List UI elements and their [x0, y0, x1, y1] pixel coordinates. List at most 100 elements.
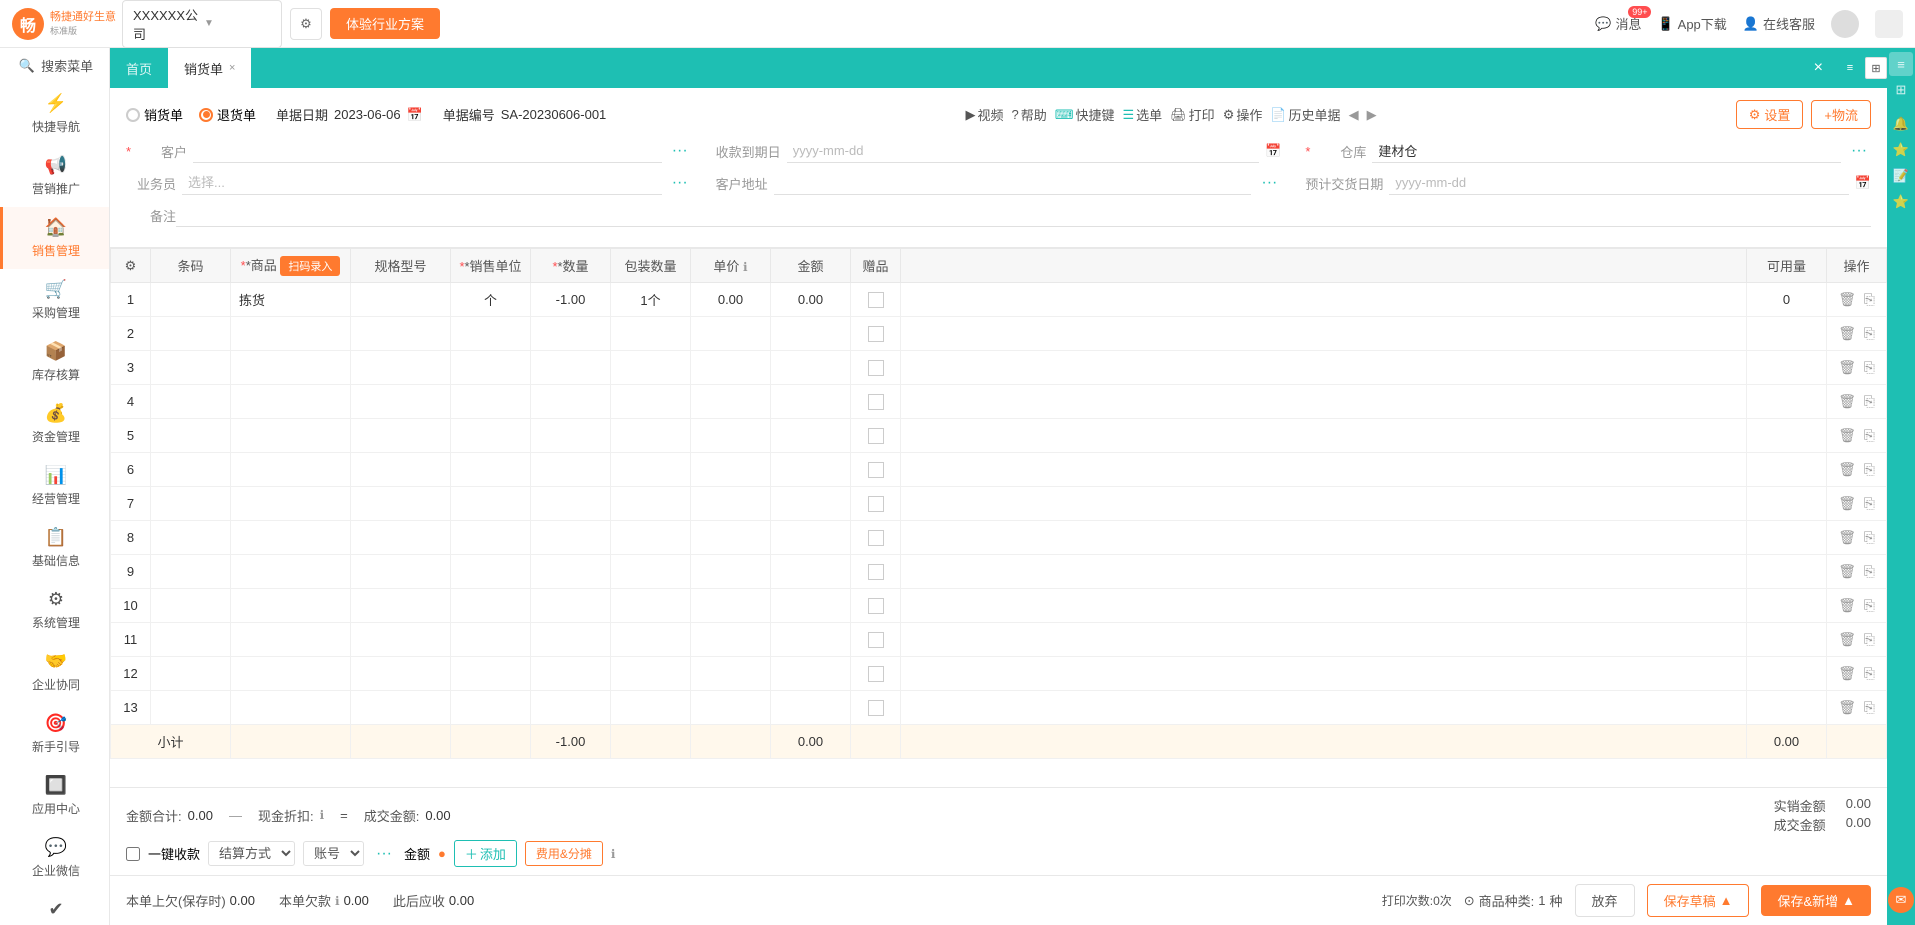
settings-button[interactable]: ⚙ 设置 [1736, 100, 1804, 129]
cell-product[interactable] [231, 521, 351, 555]
cell-qty[interactable] [531, 419, 611, 453]
cell-spec[interactable] [351, 691, 451, 725]
delete-row-icon[interactable]: 🗑 [1838, 563, 1856, 579]
salesperson-dots-btn[interactable]: ··· [668, 174, 692, 192]
one-click-payment-checkbox[interactable] [126, 847, 140, 861]
cell-price[interactable] [691, 555, 771, 589]
cell-product[interactable] [231, 555, 351, 589]
delete-row-icon[interactable]: 🗑 [1838, 529, 1856, 545]
cell-gift[interactable] [851, 691, 901, 725]
gift-checkbox[interactable] [868, 598, 884, 614]
cell-gift[interactable] [851, 419, 901, 453]
copy-row-icon[interactable]: ⎘ [1864, 427, 1875, 443]
history-link[interactable]: 📄 历史单据 [1270, 105, 1340, 124]
cell-gift[interactable] [851, 453, 901, 487]
cell-amount[interactable] [771, 521, 851, 555]
right-panel-btn-1[interactable]: ≡ [1889, 52, 1913, 76]
settings-icon[interactable]: ⚙ [290, 8, 322, 40]
cell-gift[interactable] [851, 657, 901, 691]
notes-input[interactable] [176, 203, 1871, 227]
cell-price[interactable] [691, 317, 771, 351]
cell-price[interactable] [691, 351, 771, 385]
cell-spec[interactable] [351, 317, 451, 351]
cell-barcode[interactable] [151, 589, 231, 623]
customer-addr-input[interactable] [774, 171, 1252, 195]
tab-close-icon[interactable]: × [229, 62, 235, 74]
view-list-icon[interactable]: ≡ [1839, 57, 1861, 79]
cell-qty[interactable] [531, 657, 611, 691]
expected-cal-icon[interactable]: 📅 [1855, 175, 1871, 191]
cell-unit[interactable] [451, 351, 531, 385]
cell-gift[interactable] [851, 487, 901, 521]
gift-checkbox[interactable] [868, 496, 884, 512]
gift-checkbox[interactable] [868, 530, 884, 546]
copy-row-icon[interactable]: ⎘ [1864, 359, 1875, 375]
cell-product[interactable] [231, 589, 351, 623]
cell-pkg-qty[interactable] [611, 317, 691, 351]
gift-checkbox[interactable] [868, 394, 884, 410]
cell-amount[interactable] [771, 317, 851, 351]
cell-unit[interactable] [451, 521, 531, 555]
user-menu-icon[interactable] [1875, 10, 1903, 38]
cell-pkg-qty[interactable] [611, 555, 691, 589]
sidebar-item-basics[interactable]: 📋 基础信息 [0, 517, 109, 579]
cell-qty[interactable] [531, 691, 611, 725]
customer-dots-btn[interactable]: ··· [668, 142, 692, 160]
cell-product[interactable] [231, 453, 351, 487]
copy-row-icon[interactable]: ⎘ [1864, 495, 1875, 511]
prev-record-icon[interactable]: ◀ [1349, 107, 1359, 123]
copy-row-icon[interactable]: ⎘ [1864, 631, 1875, 647]
copy-row-icon[interactable]: ⎘ [1864, 665, 1875, 681]
delete-row-icon[interactable]: 🗑 [1838, 291, 1856, 307]
cell-price[interactable] [691, 385, 771, 419]
cell-qty[interactable] [531, 623, 611, 657]
video-link[interactable]: ▶ 视频 [965, 105, 1003, 124]
cell-barcode[interactable] [151, 657, 231, 691]
delete-row-icon[interactable]: 🗑 [1838, 699, 1856, 715]
cell-pkg-qty[interactable] [611, 521, 691, 555]
delete-row-icon[interactable]: 🗑 [1838, 495, 1856, 511]
app-download-button[interactable]: 📱 App下载 [1657, 14, 1726, 33]
delete-row-icon[interactable]: 🗑 [1838, 665, 1856, 681]
gift-checkbox[interactable] [868, 564, 884, 580]
cell-gift[interactable] [851, 283, 901, 317]
cell-unit[interactable] [451, 317, 531, 351]
cell-price[interactable] [691, 453, 771, 487]
cell-price[interactable] [691, 623, 771, 657]
cell-pkg-qty[interactable] [611, 351, 691, 385]
scan-button[interactable]: 扫码录入 [280, 256, 340, 276]
total-debt-info-icon[interactable]: ℹ [335, 894, 340, 908]
price-info-icon[interactable]: ℹ [743, 260, 748, 274]
cell-unit[interactable] [451, 419, 531, 453]
cell-unit[interactable] [451, 589, 531, 623]
sidebar-item-system[interactable]: ⚙ 系统管理 [0, 579, 109, 641]
cell-spec[interactable] [351, 555, 451, 589]
sidebar-search[interactable]: 🔍 搜索菜单 [0, 48, 109, 83]
right-panel-btn-5[interactable]: 📝 [1889, 164, 1913, 188]
cell-barcode[interactable] [151, 521, 231, 555]
account-dots-btn[interactable]: ··· [372, 845, 396, 863]
cell-barcode[interactable] [151, 419, 231, 453]
delete-row-icon[interactable]: 🗑 [1838, 461, 1856, 477]
cell-price[interactable] [691, 521, 771, 555]
sidebar-item-marketing[interactable]: 📢 营销推广 [0, 145, 109, 207]
sidebar-item-purchase[interactable]: 🛒 采购管理 [0, 269, 109, 331]
cell-spec[interactable] [351, 521, 451, 555]
cell-unit[interactable] [451, 555, 531, 589]
cell-qty[interactable] [531, 555, 611, 589]
cell-price[interactable] [691, 691, 771, 725]
messages-button[interactable]: 💬 消息 99+ [1595, 14, 1641, 33]
cell-spec[interactable] [351, 657, 451, 691]
copy-row-icon[interactable]: ⎘ [1864, 529, 1875, 545]
cell-barcode[interactable] [151, 385, 231, 419]
payment-method-select[interactable]: 结算方式 [208, 841, 295, 866]
cell-qty[interactable] [531, 351, 611, 385]
payment-cal-icon[interactable]: 📅 [1265, 143, 1281, 159]
cell-qty[interactable] [531, 589, 611, 623]
cell-spec[interactable] [351, 351, 451, 385]
cell-unit[interactable] [451, 453, 531, 487]
select-link[interactable]: ☰ 选单 [1122, 105, 1162, 124]
cell-barcode[interactable] [151, 555, 231, 589]
shortcut-link[interactable]: ⌨ 快捷键 [1055, 105, 1115, 124]
delete-row-icon[interactable]: 🗑 [1838, 359, 1856, 375]
